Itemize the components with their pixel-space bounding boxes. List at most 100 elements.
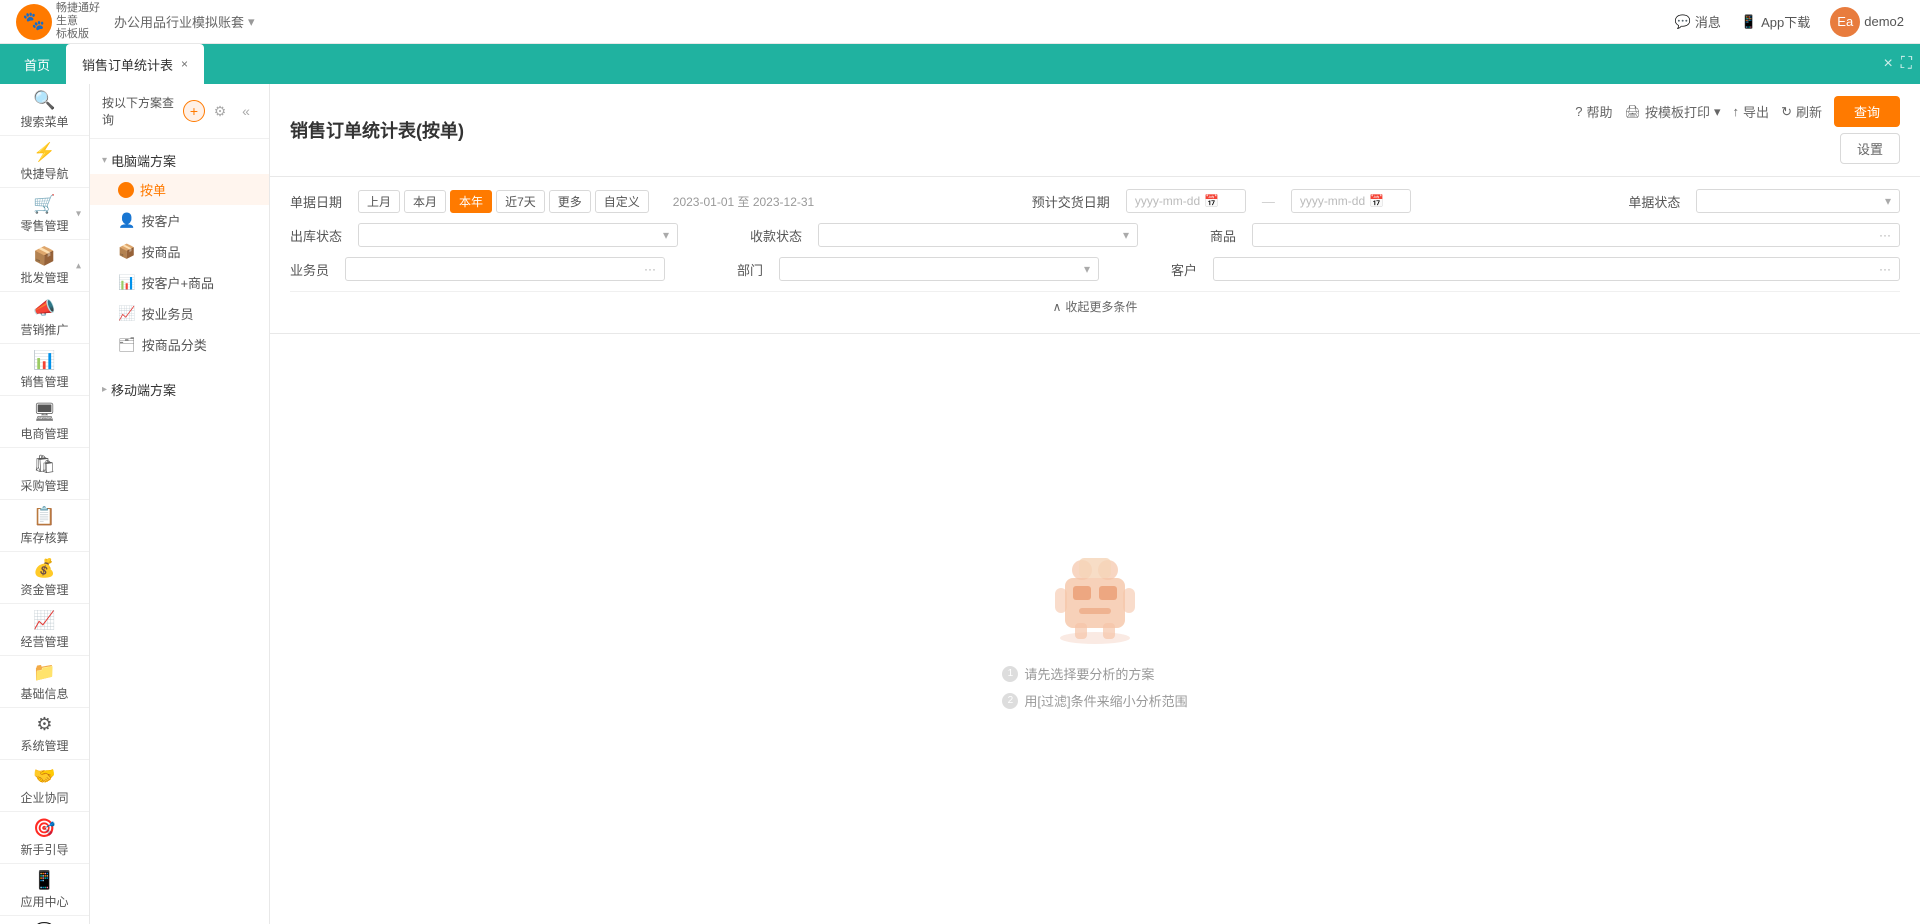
print-icon: 🖨 bbox=[1624, 104, 1641, 120]
app-download-icon: 📱 bbox=[1741, 14, 1757, 30]
date-btn-last-7-days[interactable]: 近7天 bbox=[496, 190, 545, 213]
sidebar-item-quick-nav[interactable]: ⚡ 快捷导航 bbox=[0, 136, 89, 188]
operation-icon: 📈 bbox=[33, 610, 55, 631]
sidebar-item-basic-info[interactable]: 📁 基础信息 bbox=[0, 656, 89, 708]
plan-item-by-order[interactable]: 按单 bbox=[90, 174, 269, 205]
date-btn-this-year[interactable]: 本年 bbox=[450, 190, 492, 213]
sidebar-item-newbie[interactable]: 🎯 新手引导 bbox=[0, 812, 89, 864]
marketing-icon: 📣 bbox=[33, 298, 55, 319]
sidebar-item-wholesale-mgmt[interactable]: 📦 批发管理 ▴ bbox=[0, 240, 89, 292]
pc-plans-group-title[interactable]: ▾ 电脑端方案 bbox=[90, 147, 269, 174]
by-cust-prod-icon: 📊 bbox=[118, 274, 135, 291]
sidebar-item-sales-mgmt[interactable]: 📊 销售管理 bbox=[0, 344, 89, 396]
sidebar-item-sys-mgmt[interactable]: ⚙ 系统管理 bbox=[0, 708, 89, 760]
status-select[interactable]: ▾ bbox=[1696, 189, 1900, 213]
wholesale-arrow-icon: ▴ bbox=[76, 260, 81, 271]
logo-icon: 🐾 bbox=[16, 4, 52, 40]
help-icon: ? bbox=[1575, 104, 1582, 119]
export-icon: ↑ bbox=[1733, 104, 1740, 119]
plan-item-by-product[interactable]: 📦 按商品 bbox=[90, 236, 269, 267]
customer-input[interactable]: ··· bbox=[1213, 257, 1900, 281]
salesman-input[interactable]: ··· bbox=[345, 257, 665, 281]
print-dropdown-icon: ▾ bbox=[1714, 104, 1721, 120]
payment-status-select[interactable]: ▾ bbox=[818, 223, 1138, 247]
expected-date-start-input[interactable]: yyyy-mm-dd 📅 bbox=[1126, 189, 1246, 213]
collapse-filter-button[interactable]: ∧ 收起更多条件 bbox=[290, 291, 1900, 321]
mobile-plans-group-title[interactable]: ▸ 移动端方案 bbox=[90, 376, 269, 403]
breadcrumb-arrow-icon: ▾ bbox=[248, 14, 255, 30]
sidebar-item-operation[interactable]: 📈 经营管理 bbox=[0, 604, 89, 656]
sidebar-item-purchase[interactable]: 🛍 采购管理 bbox=[0, 448, 89, 500]
dept-select[interactable]: ▾ bbox=[779, 257, 1099, 281]
by-order-dot bbox=[118, 182, 134, 198]
breadcrumb-dropdown[interactable]: 办公用品行业模拟账套 ▾ bbox=[114, 12, 255, 31]
sidebar-item-corp-wechat[interactable]: 💬 企业微信 bbox=[0, 916, 89, 924]
refresh-button[interactable]: ↻ 刷新 bbox=[1781, 102, 1822, 121]
ecommerce-icon: 🖥 bbox=[33, 402, 56, 423]
tip-num-1: 1 bbox=[1002, 666, 1018, 682]
tab-home[interactable]: 首页 bbox=[8, 44, 66, 84]
collapse-panel-button[interactable]: « bbox=[235, 100, 257, 122]
sidebar-item-corp-coop[interactable]: 🤝 企业协同 bbox=[0, 760, 89, 812]
settings-plan-button[interactable]: ⚙ bbox=[209, 100, 231, 122]
empty-state: 1 请先选择要分析的方案 2 用[过滤]条件来缩小分析范围 bbox=[270, 334, 1920, 924]
tab-close-icon[interactable]: × bbox=[181, 57, 188, 71]
add-plan-button[interactable]: + bbox=[183, 100, 205, 122]
message-button[interactable]: 💬 消息 bbox=[1675, 12, 1721, 31]
settings-button[interactable]: 设置 bbox=[1840, 133, 1900, 164]
retail-mgmt-icon: 🛒 bbox=[33, 194, 55, 215]
content-area: 销售订单统计表(按单) ? 帮助 🖨 按模板打印 ▾ ↑ bbox=[270, 84, 1920, 924]
product-dots-icon[interactable]: ··· bbox=[1879, 228, 1891, 242]
plan-item-by-cust-prod[interactable]: 📊 按客户+商品 bbox=[90, 267, 269, 298]
settings-icon: ⚙ bbox=[214, 103, 227, 120]
basic-info-icon: 📁 bbox=[33, 662, 55, 683]
print-button[interactable]: 🖨 按模板打印 ▾ bbox=[1624, 102, 1720, 121]
calendar-end-icon: 📅 bbox=[1369, 194, 1384, 208]
date-btn-more[interactable]: 更多 bbox=[549, 190, 591, 213]
plan-item-by-category[interactable]: 🗂 按商品分类 bbox=[90, 329, 269, 360]
sidebar-item-marketing[interactable]: 📣 营销推广 bbox=[0, 292, 89, 344]
sidebar-item-finance[interactable]: 💰 资金管理 bbox=[0, 552, 89, 604]
empty-illustration bbox=[1035, 548, 1155, 648]
date-buttons: 上月 本月 本年 近7天 更多 自定义 bbox=[358, 190, 649, 213]
page-title: 销售订单统计表(按单) bbox=[290, 117, 464, 143]
sidebar: 🔍 搜索菜单 ⚡ 快捷导航 🛒 零售管理 ▾ 📦 批发管理 ▴ 📣 营销推广 📊… bbox=[0, 84, 90, 924]
sidebar-item-retail-mgmt[interactable]: 🛒 零售管理 ▾ bbox=[0, 188, 89, 240]
sidebar-item-inventory[interactable]: 📋 库存核算 bbox=[0, 500, 89, 552]
sidebar-item-app-center[interactable]: 📱 应用中心 bbox=[0, 864, 89, 916]
ship-status-select[interactable]: ▾ bbox=[358, 223, 678, 247]
product-input[interactable]: ··· bbox=[1252, 223, 1900, 247]
left-panel-header: 按以下方案查询 + ⚙ « bbox=[90, 84, 269, 139]
sidebar-item-search-menu[interactable]: 🔍 搜索菜单 bbox=[0, 84, 89, 136]
retail-arrow-icon: ▾ bbox=[76, 208, 81, 219]
by-category-icon: 🗂 bbox=[118, 336, 136, 353]
logo-text: 畅捷通好生意 标板版 bbox=[56, 2, 106, 42]
app-download-button[interactable]: 📱 App下载 bbox=[1741, 12, 1810, 31]
query-button[interactable]: 查询 bbox=[1834, 96, 1900, 127]
plan-item-by-customer[interactable]: 👤 按客户 bbox=[90, 205, 269, 236]
window-maximize-icon[interactable]: ⛶ bbox=[1901, 55, 1912, 73]
page-title-row: 销售订单统计表(按单) ? 帮助 🖨 按模板打印 ▾ ↑ bbox=[290, 96, 1900, 164]
date-btn-this-month[interactable]: 本月 bbox=[404, 190, 446, 213]
window-close-icon[interactable]: × bbox=[1883, 55, 1892, 73]
salesman-dots-icon[interactable]: ··· bbox=[644, 262, 656, 276]
help-button[interactable]: ? 帮助 bbox=[1575, 102, 1612, 121]
user-menu[interactable]: Ea demo2 bbox=[1830, 7, 1904, 37]
sidebar-item-ecommerce[interactable]: 🖥 电商管理 bbox=[0, 396, 89, 448]
mobile-plans-group: ▸ 移动端方案 bbox=[90, 368, 269, 411]
expected-date-end-input[interactable]: yyyy-mm-dd 📅 bbox=[1291, 189, 1411, 213]
tab-sales-stat[interactable]: 销售订单统计表 × bbox=[66, 44, 204, 84]
date-btn-last-month[interactable]: 上月 bbox=[358, 190, 400, 213]
page-actions: ? 帮助 🖨 按模板打印 ▾ ↑ 导出 ↻ bbox=[1575, 96, 1900, 127]
by-product-icon: 📦 bbox=[118, 243, 135, 260]
export-button[interactable]: ↑ 导出 bbox=[1733, 102, 1770, 121]
breadcrumb: 办公用品行业模拟账套 ▾ bbox=[106, 12, 1675, 31]
empty-svg bbox=[1035, 548, 1155, 648]
top-header: 🐾 畅捷通好生意 标板版 办公用品行业模拟账套 ▾ 💬 消息 📱 App下载 E… bbox=[0, 0, 1920, 44]
empty-tips: 1 请先选择要分析的方案 2 用[过滤]条件来缩小分析范围 bbox=[1002, 664, 1187, 710]
page-header: 销售订单统计表(按单) ? 帮助 🖨 按模板打印 ▾ ↑ bbox=[270, 84, 1920, 177]
date-btn-custom[interactable]: 自定义 bbox=[595, 190, 649, 213]
customer-dots-icon[interactable]: ··· bbox=[1879, 262, 1891, 276]
logo-area: 🐾 畅捷通好生意 标板版 bbox=[16, 2, 106, 42]
plan-item-by-salesman[interactable]: 📈 按业务员 bbox=[90, 298, 269, 329]
